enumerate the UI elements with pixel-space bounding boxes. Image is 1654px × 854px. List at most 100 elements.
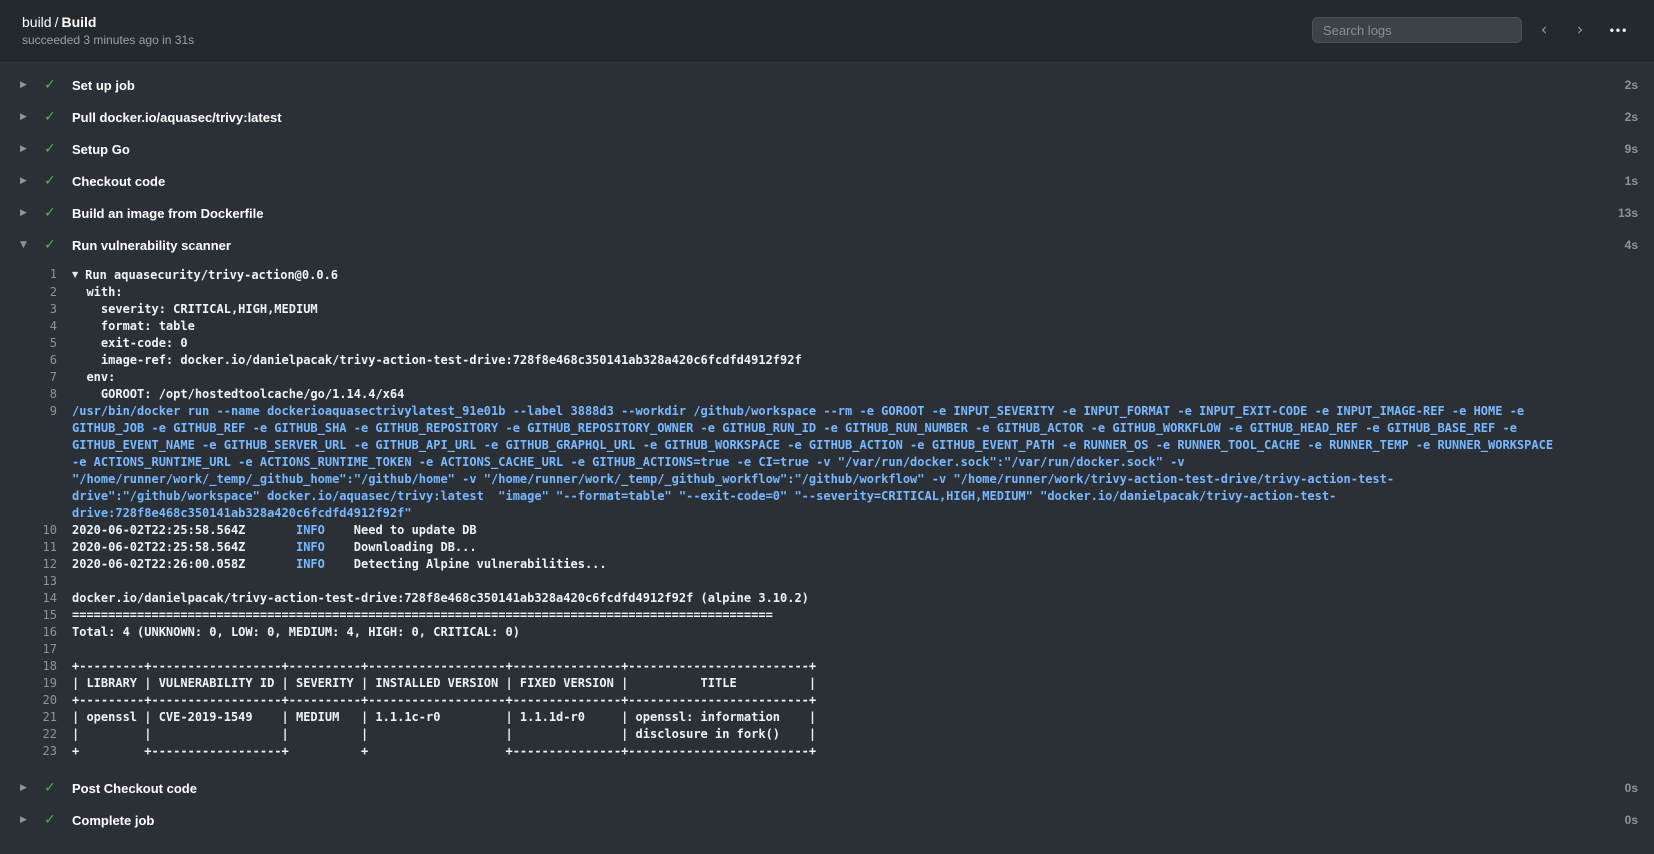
log-line: 14 docker.io/danielpacak/trivy-action-te… (0, 590, 1554, 607)
log-line-number[interactable]: 2 (0, 284, 57, 301)
step-duration: 1s (1624, 174, 1638, 188)
disclosure-triangle-icon: ▶ (20, 782, 27, 793)
disclosure-triangle-icon: ▶ (20, 111, 27, 122)
log-line-number[interactable]: 10 (0, 522, 57, 539)
step-duration: 0s (1624, 781, 1638, 795)
check-icon: ✓ (44, 237, 56, 253)
disclosure-triangle-icon: ▶ (20, 814, 27, 825)
log-line-number[interactable]: 3 (0, 301, 57, 318)
check-icon: ✓ (44, 141, 56, 157)
log-line-number[interactable]: 13 (0, 573, 57, 590)
step-name: Pull docker.io/aquasec/trivy:latest (72, 109, 282, 125)
log-line-number[interactable]: 1 (0, 266, 57, 284)
step-row[interactable]: ▶ ✓ Post Checkout code 0s (0, 772, 1654, 804)
step-duration: 0s (1624, 813, 1638, 827)
log-line-number[interactable]: 21 (0, 709, 57, 726)
log-line-number[interactable]: 6 (0, 352, 57, 369)
log-line: 6 image-ref: docker.io/danielpacak/trivy… (0, 352, 1554, 369)
log-line-content: | LIBRARY | VULNERABILITY ID | SEVERITY … (72, 676, 817, 690)
run-title-block: build / Build succeeded 3 minutes ago in 3… (22, 14, 194, 47)
log-line: 5 exit-code: 0 (0, 335, 1554, 352)
step-row[interactable]: ▶ ✓ Build an image from Dockerfile 13s (0, 197, 1654, 229)
search-logs-input[interactable] (1312, 17, 1522, 43)
log-line-content: GOROOT: /opt/hostedtoolcache/go/1.14.4/x… (72, 387, 405, 401)
log-line: 17 (0, 641, 1554, 658)
chevron-left-icon: ‹ (1540, 19, 1548, 40)
log-line: 23 + +------------------+ + +-----------… (0, 743, 1554, 760)
log-line-content: exit-code: 0 (72, 336, 188, 350)
log-line-number[interactable]: 15 (0, 607, 57, 624)
log-line-content: docker.io/danielpacak/trivy-action-test-… (72, 591, 809, 605)
log-line: 3 severity: CRITICAL,HIGH,MEDIUM (0, 301, 1554, 318)
disclosure-triangle-icon: ▶ (20, 79, 27, 90)
log-line-number[interactable]: 4 (0, 318, 57, 335)
log-output: 1 ▼ Run aquasecurity/trivy-action@0.0.6 2… (0, 261, 1654, 772)
log-line-content: 2020-06-02T22:25:58.564Z INFO Downloadin… (72, 540, 477, 554)
step-row[interactable]: ▼ ✓ Run vulnerability scanner 4s (0, 229, 1654, 261)
steps-list: ▶ ✓ Set up job 2s ▶ ✓ Pull docker.io/aqu… (0, 61, 1654, 836)
chevron-right-icon: › (1576, 19, 1584, 40)
breadcrumb-separator: / (54, 13, 59, 30)
header-toolbar: ‹ › ••• (1312, 17, 1636, 43)
log-line-content: + +------------------+ + +--------------… (72, 744, 817, 758)
log-line: 13 (0, 573, 1554, 590)
log-line-content: | openssl | CVE-2019-1549 | MEDIUM | 1.1… (72, 710, 817, 724)
log-line: 10 2020-06-02T22:25:58.564Z INFO Need to… (0, 522, 1554, 539)
log-line: 9 /usr/bin/docker run --name dockerioaqu… (0, 403, 1554, 522)
step-name: Run vulnerability scanner (72, 237, 231, 253)
check-icon: ✓ (44, 77, 56, 93)
run-header: build / Build succeeded 3 minutes ago in 3… (0, 0, 1654, 61)
log-line-number[interactable]: 20 (0, 692, 57, 709)
log-line-number[interactable]: 14 (0, 590, 57, 607)
log-options-button[interactable]: ••• (1602, 17, 1636, 43)
log-line-content: format: table (72, 319, 195, 333)
log-line-number[interactable]: 9 (0, 403, 57, 522)
workflow-log-viewer: build / Build succeeded 3 minutes ago in 3… (0, 0, 1654, 854)
step-row[interactable]: ▶ ✓ Checkout code 1s (0, 165, 1654, 197)
log-line-number[interactable]: 17 (0, 641, 57, 658)
log-line: 12 2020-06-02T22:26:00.058Z INFO Detecti… (0, 556, 1554, 573)
log-line-content: +---------+------------------+----------… (72, 659, 817, 673)
log-line-number[interactable]: 23 (0, 743, 57, 760)
log-line-content: Total: 4 (UNKNOWN: 0, LOW: 0, MEDIUM: 4,… (72, 625, 520, 639)
step-name: Checkout code (72, 173, 166, 189)
log-line-number[interactable]: 11 (0, 539, 57, 556)
log-line-content: /usr/bin/docker run --name dockerioaquas… (72, 404, 1561, 520)
log-line-number[interactable]: 8 (0, 386, 57, 403)
log-line-number[interactable]: 12 (0, 556, 57, 573)
log-line-number[interactable]: 19 (0, 675, 57, 692)
step-duration: 2s (1624, 110, 1638, 124)
log-line-content: +---------+------------------+----------… (72, 693, 817, 707)
step-name: Set up job (72, 77, 135, 93)
log-line-number[interactable]: 22 (0, 726, 57, 743)
step-row[interactable]: ▶ ✓ Set up job 2s (0, 69, 1654, 101)
log-line-content (72, 573, 1554, 590)
log-line: 1 ▼ Run aquasecurity/trivy-action@0.0.6 (0, 266, 1554, 284)
log-line-content (72, 641, 1554, 658)
next-match-button[interactable]: › (1566, 17, 1594, 43)
step-row[interactable]: ▶ ✓ Setup Go 9s (0, 133, 1654, 165)
log-line: 20 +---------+------------------+-------… (0, 692, 1554, 709)
group-expander-icon[interactable]: ▼ (72, 270, 78, 279)
run-name: Build (61, 13, 97, 30)
log-line-number[interactable]: 5 (0, 335, 57, 352)
log-line-number[interactable]: 18 (0, 658, 57, 675)
breadcrumb: build / Build (22, 14, 194, 30)
log-line: 21 | openssl | CVE-2019-1549 | MEDIUM | … (0, 709, 1554, 726)
log-line: 15 =====================================… (0, 607, 1554, 624)
log-line-number[interactable]: 7 (0, 369, 57, 386)
step-row[interactable]: ▶ ✓ Complete job 0s (0, 804, 1654, 836)
kebab-icon: ••• (1609, 23, 1629, 37)
check-icon: ✓ (44, 205, 56, 221)
log-line-content: with: (72, 285, 123, 299)
log-line-content: env: (72, 370, 116, 384)
step-name: Post Checkout code (72, 780, 197, 796)
log-line-content: severity: CRITICAL,HIGH,MEDIUM (72, 302, 318, 316)
prev-match-button[interactable]: ‹ (1530, 17, 1558, 43)
check-icon: ✓ (44, 780, 56, 796)
step-row[interactable]: ▶ ✓ Pull docker.io/aquasec/trivy:latest … (0, 101, 1654, 133)
log-line-number[interactable]: 16 (0, 624, 57, 641)
check-icon: ✓ (44, 109, 56, 125)
step-name: Setup Go (72, 141, 130, 157)
run-status: succeeded 3 minutes ago in 31s (22, 32, 195, 47)
